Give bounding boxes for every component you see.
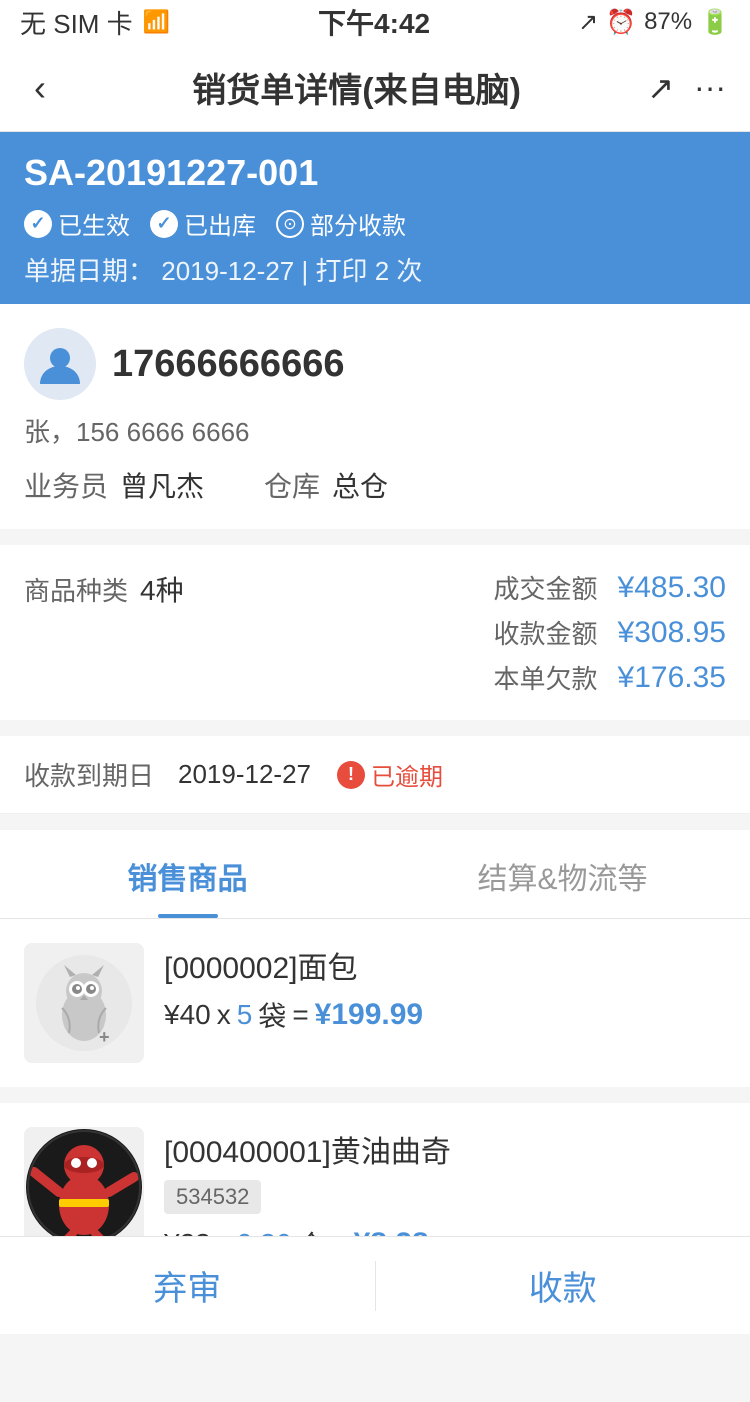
- multiply-sign-bread: x: [217, 999, 231, 1031]
- summary-section: 商品种类 4种 成交金额 ¥485.30 收款金额 ¥308.95 本单欠款 ¥…: [0, 545, 750, 720]
- unit-bread: 袋: [258, 995, 286, 1035]
- order-id: SA-20191227-001: [24, 152, 726, 194]
- print-suffix: 次: [396, 256, 422, 286]
- carrier-label: 无 SIM 卡: [20, 4, 133, 41]
- location-icon: ↗: [578, 8, 598, 37]
- customer-section: 17666666666 张，156 6666 6666 业务员 曾凡杰 仓库 总…: [0, 304, 750, 529]
- wifi-icon: 📶: [143, 9, 170, 35]
- nav-bar: ‹ 销货单详情(来自电脑) ↗ ···: [0, 44, 750, 132]
- customer-meta: 业务员 曾凡杰 仓库 总仓: [24, 465, 726, 505]
- status-bar-right: ↗ ⏰ 87% 🔋: [578, 8, 730, 37]
- status-bar-left: 无 SIM 卡 📶: [20, 4, 170, 41]
- tab-settlement-label: 结算&物流等: [477, 863, 647, 896]
- badge-shipped: ✓ 已出库: [150, 206, 256, 241]
- customer-sub-info: 张，156 6666 6666: [24, 412, 726, 449]
- equals-bread: =: [292, 999, 308, 1031]
- customer-phone-id: 17666666666: [112, 343, 344, 386]
- warehouse-label: 仓库: [264, 465, 320, 505]
- product-types-label: 商品种类: [24, 571, 128, 608]
- warehouse-item: 仓库 总仓: [264, 465, 388, 505]
- order-date-row: 单据日期： 2019-12-27 | 打印 2 次: [24, 251, 726, 288]
- battery-label: 87%: [644, 8, 692, 36]
- product-thumb-bread: +: [24, 943, 144, 1063]
- product-types-value: 4种: [140, 569, 184, 609]
- alarm-icon: ⏰: [606, 8, 636, 37]
- deal-amount-row: 成交金额 ¥485.30: [494, 569, 726, 606]
- tab-sales-products[interactable]: 销售商品: [0, 830, 375, 918]
- share-icon[interactable]: ↗: [647, 69, 674, 107]
- salesman-item: 业务员 曾凡杰: [24, 465, 204, 505]
- product-thumb-cookies: [24, 1127, 144, 1247]
- qty-bread: 5: [237, 999, 253, 1031]
- salesman-value: 曾凡杰: [120, 465, 204, 505]
- product-list: + [0000002]面包 ¥40 x 5 袋 = ¥199.99: [0, 919, 750, 1288]
- salesman-label: 业务员: [24, 465, 108, 505]
- clock-icon: ⊙: [276, 210, 304, 238]
- summary-right: 成交金额 ¥485.30 收款金额 ¥308.95 本单欠款 ¥176.35: [494, 569, 726, 696]
- back-button[interactable]: ‹: [24, 57, 56, 119]
- time-label: 下午4:42: [318, 2, 430, 42]
- overdue-badge: ! 已逾期: [337, 757, 443, 792]
- nav-actions: ↗ ···: [647, 69, 726, 107]
- due-date-label: 收款到期日: [24, 756, 154, 793]
- print-label: | 打印: [301, 256, 367, 286]
- product-name-bread: [0000002]面包: [164, 943, 726, 987]
- collection-label: 收款金额: [494, 614, 598, 651]
- badge-partial-label: 部分收款: [310, 206, 406, 241]
- product-item-bread: + [0000002]面包 ¥40 x 5 袋 = ¥199.99: [0, 919, 750, 1087]
- svg-text:+: +: [99, 1027, 110, 1047]
- customer-row: 17666666666: [24, 328, 726, 400]
- date-label: 单据日期：: [24, 256, 154, 286]
- overdue-label: 已逾期: [371, 757, 443, 792]
- badge-partial: ⊙ 部分收款: [276, 206, 406, 241]
- bottom-toolbar: 弃审 收款: [0, 1236, 750, 1334]
- tabs-container: 销售商品 结算&物流等: [0, 830, 750, 919]
- tab-sales-products-label: 销售商品: [128, 863, 248, 896]
- badge-shipped-label: 已出库: [184, 206, 256, 241]
- product-price-bread: ¥40 x 5 袋 = ¥199.99: [164, 995, 726, 1035]
- order-date: 2019-12-27: [161, 256, 294, 286]
- warehouse-value: 总仓: [332, 465, 388, 505]
- collection-value: ¥308.95: [618, 616, 726, 650]
- due-date-value: 2019-12-27: [178, 759, 311, 790]
- status-bar: 无 SIM 卡 📶 下午4:42 ↗ ⏰ 87% 🔋: [0, 0, 750, 44]
- check-icon-2: ✓: [150, 210, 178, 238]
- debt-amount-row: 本单欠款 ¥176.35: [494, 659, 726, 696]
- badge-effective-label: 已生效: [58, 206, 130, 241]
- deal-label: 成交金额: [494, 569, 598, 606]
- due-date-section: 收款到期日 2019-12-27 ! 已逾期: [0, 736, 750, 814]
- cancel-review-button[interactable]: 弃审: [0, 1241, 375, 1330]
- order-header-banner: SA-20191227-001 ✓ 已生效 ✓ 已出库 ⊙ 部分收款 单据日期：…: [0, 132, 750, 304]
- overdue-icon: !: [337, 761, 365, 789]
- check-icon: ✓: [24, 210, 52, 238]
- summary-left: 商品种类 4种: [24, 569, 184, 609]
- avatar: [24, 328, 96, 400]
- page-title: 销货单详情(来自电脑): [66, 63, 647, 112]
- price-base-bread: ¥40: [164, 999, 211, 1031]
- order-badges: ✓ 已生效 ✓ 已出库 ⊙ 部分收款: [24, 206, 726, 241]
- debt-label: 本单欠款: [494, 659, 598, 696]
- more-icon[interactable]: ···: [694, 69, 726, 106]
- total-bread: ¥199.99: [315, 998, 423, 1032]
- battery-icon: 🔋: [700, 8, 730, 37]
- product-name-cookies: [000400001]黄油曲奇: [164, 1127, 726, 1171]
- tab-settlement[interactable]: 结算&物流等: [375, 830, 750, 918]
- collection-amount-row: 收款金额 ¥308.95: [494, 614, 726, 651]
- badge-effective: ✓ 已生效: [24, 206, 130, 241]
- deal-value: ¥485.30: [618, 571, 726, 605]
- product-info-bread: [0000002]面包 ¥40 x 5 袋 = ¥199.99: [164, 943, 726, 1035]
- product-types-row: 商品种类 4种: [24, 569, 184, 609]
- product-tag-cookies: 534532: [164, 1180, 261, 1214]
- collect-payment-button[interactable]: 收款: [376, 1241, 750, 1330]
- print-count: 2: [375, 256, 389, 286]
- debt-value: ¥176.35: [618, 661, 726, 695]
